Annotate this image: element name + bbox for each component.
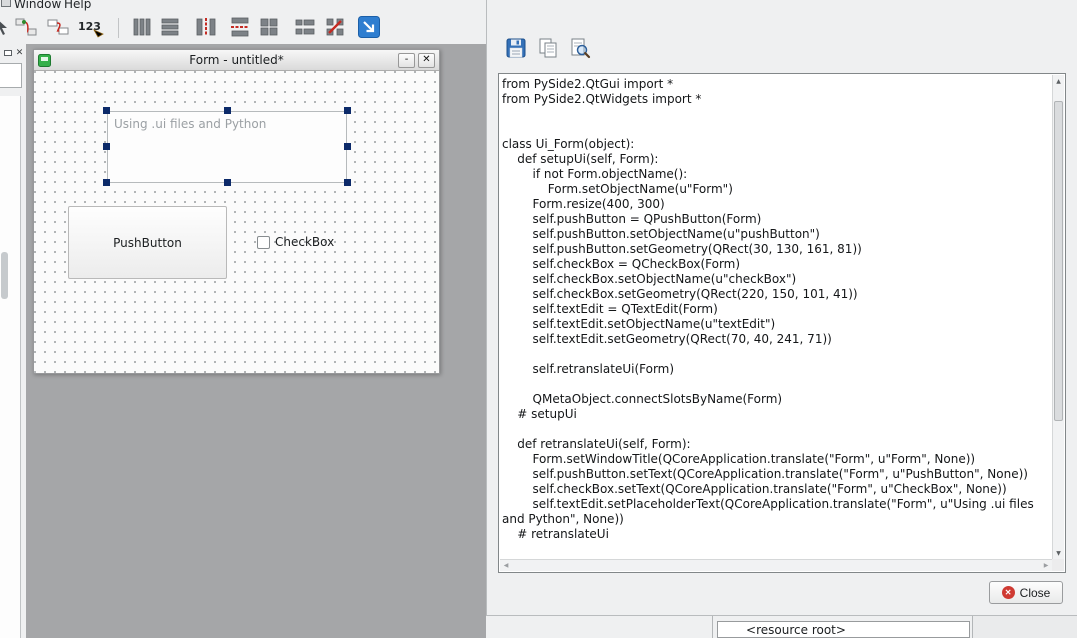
bottom-strip: <resource root>	[486, 616, 1077, 638]
close-button-label: Close	[1020, 586, 1051, 600]
scrollbar-corner	[1052, 559, 1064, 571]
code-line: and Python", None))	[502, 512, 1050, 527]
mdi-workspace: Form - untitled* - ✕ Using .ui files and…	[26, 44, 486, 638]
dock-float-icon[interactable]	[2, 47, 13, 58]
code-line	[502, 122, 1050, 137]
code-line: self.textEdit.setPlaceholderText(QCoreAp…	[502, 497, 1050, 512]
qt-designer-screen: Window Help 123	[0, 0, 1077, 638]
code-line	[502, 107, 1050, 122]
window-close-button[interactable]: ✕	[418, 53, 435, 68]
selection-handle-top-center[interactable]	[224, 107, 231, 114]
selection-handle-top-left[interactable]	[103, 107, 110, 114]
code-area[interactable]: from PySide2.QtGui import *from PySide2.…	[498, 73, 1066, 573]
selection-handle-mid-left[interactable]	[103, 143, 110, 150]
menu-window[interactable]: Window	[14, 0, 61, 11]
code-preview-dialog: from PySide2.QtGui import *from PySide2.…	[486, 0, 1077, 616]
code-line: def retranslateUi(self, Form):	[502, 437, 1050, 452]
form-canvas[interactable]: Using .ui files and Python PushButton Ch…	[34, 71, 439, 373]
selection-handle-top-right[interactable]	[344, 107, 351, 114]
code-line: class Ui_Form(object):	[502, 137, 1050, 152]
code-line: self.pushButton.setText(QCoreApplication…	[502, 467, 1050, 482]
code-line: self.checkBox.setObjectName(u"checkBox")	[502, 272, 1050, 287]
save-icon[interactable]	[504, 36, 528, 60]
toolbar-separator	[118, 18, 119, 38]
edit-buddies-icon[interactable]	[46, 15, 70, 39]
code-line: if not Form.objectName():	[502, 167, 1050, 182]
scroll-left-arrow-icon[interactable]: ◀	[500, 560, 512, 571]
dock-filter-box[interactable]	[0, 63, 22, 88]
panel-divider	[712, 616, 713, 638]
code-line: # retranslateUi	[502, 527, 1050, 542]
menubar: Window Help	[0, 0, 486, 11]
close-circle-icon: ✕	[1002, 586, 1015, 599]
scroll-down-arrow-icon[interactable]: ▼	[1053, 547, 1064, 559]
left-dock-strip: ✕	[0, 44, 26, 638]
code-line: from PySide2.QtGui import *	[502, 77, 1050, 92]
code-line: self.pushButton.setObjectName(u"pushButt…	[502, 227, 1050, 242]
code-line: self.textEdit = QTextEdit(Form)	[502, 302, 1050, 317]
dock-scrollbar-thumb[interactable]	[1, 252, 8, 299]
dock-close-icon[interactable]: ✕	[14, 47, 25, 58]
break-layout-icon[interactable]	[323, 15, 347, 39]
code-view[interactable]: from PySide2.QtGui import *from PySide2.…	[502, 77, 1050, 557]
code-line: def setupUi(self, Form):	[502, 152, 1050, 167]
dock-list-fragment[interactable]	[0, 96, 21, 638]
code-line: Form.setObjectName(u"Form")	[502, 182, 1050, 197]
form-window-icon	[38, 54, 51, 67]
checkbox-label: CheckBox	[275, 235, 334, 249]
code-line: self.textEdit.setObjectName(u"textEdit")	[502, 317, 1050, 332]
code-line: self.checkBox.setText(QCoreApplication.t…	[502, 482, 1050, 497]
scroll-up-arrow-icon[interactable]: ▲	[1053, 75, 1064, 87]
code-line: self.textEdit.setGeometry(QRect(70, 40, …	[502, 332, 1050, 347]
minimize-button[interactable]: -	[398, 53, 415, 68]
adjust-size-icon[interactable]	[357, 15, 381, 39]
layout-vertical-icon[interactable]	[158, 15, 182, 39]
code-line: self.checkBox = QCheckBox(Form)	[502, 257, 1050, 272]
textedit-widget[interactable]: Using .ui files and Python	[107, 111, 347, 183]
pushbutton-widget[interactable]: PushButton	[68, 206, 227, 279]
layout-vertical-splitter-icon[interactable]	[228, 15, 252, 39]
selection-handle-mid-right[interactable]	[344, 143, 351, 150]
selection-handle-bottom-right[interactable]	[344, 179, 351, 186]
menu-help[interactable]: Help	[64, 0, 91, 11]
scroll-right-arrow-icon[interactable]: ▶	[1040, 560, 1052, 571]
code-line: QMetaObject.connectSlotsByName(Form)	[502, 392, 1050, 407]
dialog-close-button[interactable]: ✕ Close	[989, 581, 1063, 604]
main-toolbar: 123	[0, 11, 486, 44]
edit-widgets-icon[interactable]	[0, 15, 12, 39]
find-icon[interactable]	[568, 36, 592, 60]
code-line: Form.setWindowTitle(QCoreApplication.tra…	[502, 452, 1050, 467]
vertical-scrollbar-thumb[interactable]	[1054, 101, 1063, 421]
svg-text:123: 123	[78, 20, 101, 33]
layout-horizontal-icon[interactable]	[130, 15, 154, 39]
copy-icon[interactable]	[536, 36, 560, 60]
code-line: # setupUi	[502, 407, 1050, 422]
horizontal-scrollbar[interactable]: ◀ ▶	[500, 559, 1052, 571]
code-line: from PySide2.QtWidgets import *	[502, 92, 1050, 107]
checkbox-indicator[interactable]	[257, 236, 270, 249]
edit-tab-order-icon[interactable]: 123	[76, 15, 106, 39]
layout-horizontal-splitter-icon[interactable]	[194, 15, 218, 39]
form-window: Form - untitled* - ✕ Using .ui files and…	[33, 49, 440, 374]
menu-fragment-icon	[1, 0, 11, 7]
resource-root-item[interactable]: <resource root>	[717, 621, 970, 638]
form-window-title: Form - untitled*	[34, 53, 439, 67]
code-line: Form.resize(400, 300)	[502, 197, 1050, 212]
layout-grid-icon[interactable]	[257, 15, 281, 39]
code-line: self.pushButton.setGeometry(QRect(30, 13…	[502, 242, 1050, 257]
code-line	[502, 347, 1050, 362]
bottom-right-pane	[972, 616, 1077, 638]
code-line	[502, 422, 1050, 437]
vertical-scrollbar[interactable]: ▲ ▼	[1052, 75, 1064, 559]
selection-handle-bottom-left[interactable]	[103, 179, 110, 186]
layout-form-icon[interactable]	[293, 15, 317, 39]
edit-signals-slots-icon[interactable]	[14, 15, 38, 39]
form-window-titlebar[interactable]: Form - untitled* - ✕	[34, 50, 439, 71]
code-line: self.retranslateUi(Form)	[502, 362, 1050, 377]
code-line: self.pushButton = QPushButton(Form)	[502, 212, 1050, 227]
code-line: self.checkBox.setGeometry(QRect(220, 150…	[502, 287, 1050, 302]
checkbox-widget[interactable]: CheckBox	[257, 235, 334, 249]
code-line	[502, 377, 1050, 392]
selection-handle-bottom-center[interactable]	[224, 179, 231, 186]
